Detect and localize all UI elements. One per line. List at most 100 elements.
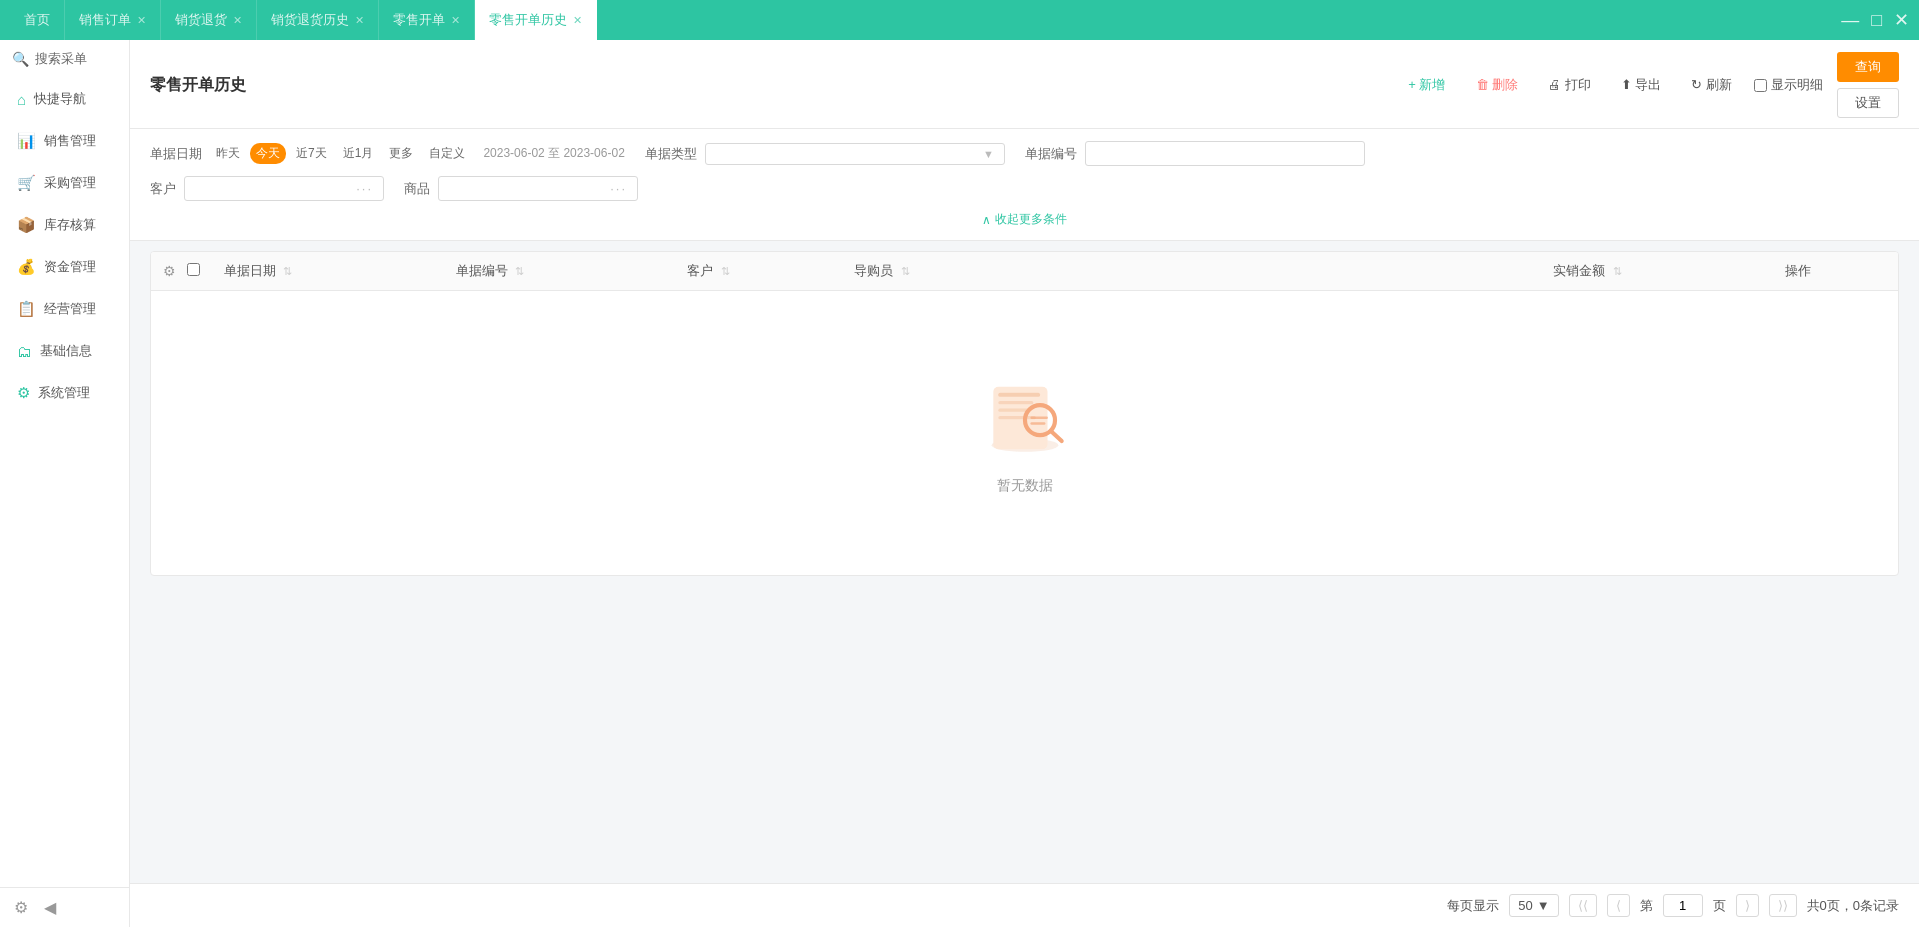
shortcut-today[interactable]: 今天 <box>250 143 286 164</box>
refresh-button[interactable]: ↻ 刷新 <box>1683 72 1740 98</box>
customer-filter-field: 客户 ··· <box>150 176 384 201</box>
collapse-icon: ∧ <box>982 213 991 227</box>
collapse-row[interactable]: ∧ 收起更多条件 <box>150 211 1899 228</box>
col-date: 单据日期 ⇅ <box>212 252 444 291</box>
total-label: 共0页，0条记录 <box>1807 897 1899 915</box>
tab-retail-order-close[interactable]: ✕ <box>451 14 460 27</box>
display-detail-checkbox[interactable] <box>1754 79 1767 92</box>
sidebar-item-sales[interactable]: 📊 销售管理 <box>0 120 129 162</box>
last-page-button[interactable]: ⟩⟩ <box>1769 894 1797 917</box>
export-button[interactable]: ⬆ 导出 <box>1613 72 1670 98</box>
collapse-label: 收起更多条件 <box>995 211 1067 228</box>
svg-rect-4 <box>998 409 1030 412</box>
setting-button[interactable]: 设置 <box>1837 88 1899 118</box>
query-button[interactable]: 查询 <box>1837 52 1899 82</box>
sidebar-item-management[interactable]: 📋 经营管理 <box>0 288 129 330</box>
sidebar-collapse-icon[interactable]: ◀ <box>44 898 56 917</box>
col-guide-sort-icon[interactable]: ⇅ <box>901 265 910 277</box>
pagination-bar: 每页显示 50 ▼ ⟨⟨ ⟨ 第 页 ⟩ ⟩⟩ 共0页，0条记录 <box>130 883 1919 927</box>
tab-retail-history-close[interactable]: ✕ <box>573 14 582 27</box>
tab-sales-order-close[interactable]: ✕ <box>137 14 146 27</box>
col-action: 操作 <box>1773 252 1898 291</box>
sidebar-item-quick-nav[interactable]: ⌂ 快捷导航 <box>0 78 129 120</box>
page-header: 零售开单历史 + 新增 🗑 删除 🖨 打印 ⬆ 导出 ↻ 刷新 显示明细 查询 … <box>130 40 1919 129</box>
per-page-select[interactable]: 50 ▼ <box>1509 894 1558 917</box>
customer-input[interactable]: ··· <box>184 176 384 201</box>
col-date-sort-icon[interactable]: ⇅ <box>283 265 292 277</box>
tab-sales-order[interactable]: 销售订单 ✕ <box>65 0 161 40</box>
filter-area: 单据日期 昨天 今天 近7天 近1月 更多 自定义 2023-06-02 至 2… <box>130 129 1919 241</box>
goods-ellipsis: ··· <box>610 181 627 196</box>
page-label: 第 <box>1640 897 1653 915</box>
shortcut-7days[interactable]: 近7天 <box>290 143 333 164</box>
date-shortcuts: 昨天 今天 近7天 近1月 更多 自定义 <box>210 143 471 164</box>
main-layout: 🔍 搜索采单 ⌂ 快捷导航 📊 销售管理 🛒 采购管理 📦 库存核算 💰 资金管… <box>0 40 1919 927</box>
tab-home[interactable]: 首页 <box>10 0 65 40</box>
inventory-icon: 📦 <box>17 216 36 234</box>
tab-sales-return-history-close[interactable]: ✕ <box>355 14 364 27</box>
goods-input[interactable]: ··· <box>438 176 638 201</box>
tab-retail-order[interactable]: 零售开单 ✕ <box>379 0 475 40</box>
tab-retail-history[interactable]: 零售开单历史 ✕ <box>475 0 597 40</box>
table-wrapper: ⚙ 单据日期 ⇅ 单据编号 ⇅ <box>150 251 1899 576</box>
add-button[interactable]: + 新增 <box>1400 72 1453 98</box>
date-range-text: 2023-06-02 至 2023-06-02 <box>483 145 624 162</box>
select-all-checkbox[interactable] <box>187 263 200 276</box>
customer-label: 客户 <box>150 180 176 198</box>
col-amount-sort-icon[interactable]: ⇅ <box>1613 265 1622 277</box>
sidebar-item-basic-info[interactable]: 🗂 基础信息 <box>0 330 129 372</box>
home-icon: ⌂ <box>17 91 26 108</box>
first-page-button[interactable]: ⟨⟨ <box>1569 894 1597 917</box>
empty-state-cell: 暂无数据 <box>151 291 1898 576</box>
top-tabbar: 首页 销售订单 ✕ 销货退货 ✕ 销货退货历史 ✕ 零售开单 ✕ 零售开单历史 … <box>0 0 1919 40</box>
col-amount: 实销金额 ⇅ <box>1541 252 1773 291</box>
minimize-icon[interactable]: — <box>1841 10 1859 31</box>
bill-type-select[interactable]: ▼ <box>705 143 1005 165</box>
table-settings-btn[interactable]: ⚙ <box>163 263 176 279</box>
bill-number-filter-field: 单据编号 <box>1025 141 1365 166</box>
sidebar-item-inventory[interactable]: 📦 库存核算 <box>0 204 129 246</box>
sidebar-search[interactable]: 🔍 搜索采单 <box>0 40 129 78</box>
close-icon[interactable]: ✕ <box>1894 9 1909 31</box>
col-guide: 导购员 ⇅ <box>842 252 1041 291</box>
system-icon: ⚙ <box>17 384 30 402</box>
goods-filter-field: 商品 ··· <box>404 176 638 201</box>
page-number-input[interactable] <box>1663 894 1703 917</box>
shortcut-yesterday[interactable]: 昨天 <box>210 143 246 164</box>
basic-info-icon: 🗂 <box>17 343 32 360</box>
page-title-row: 零售开单历史 + 新增 🗑 删除 🖨 打印 ⬆ 导出 ↻ 刷新 显示明细 查询 … <box>150 52 1899 128</box>
shortcut-custom[interactable]: 自定义 <box>423 143 471 164</box>
col-customer-sort-icon[interactable]: ⇅ <box>721 265 730 277</box>
empty-text: 暂无数据 <box>997 477 1053 495</box>
col-bill-number: 单据编号 ⇅ <box>444 252 676 291</box>
management-icon: 📋 <box>17 300 36 318</box>
shortcut-more[interactable]: 更多 <box>383 143 419 164</box>
per-page-label: 每页显示 <box>1447 897 1499 915</box>
filter-row-1: 单据日期 昨天 今天 近7天 近1月 更多 自定义 2023-06-02 至 2… <box>150 141 1899 166</box>
table-header-row: ⚙ 单据日期 ⇅ 单据编号 ⇅ <box>151 252 1898 291</box>
delete-button[interactable]: 🗑 删除 <box>1468 72 1527 98</box>
sidebar: 🔍 搜索采单 ⌂ 快捷导航 📊 销售管理 🛒 采购管理 📦 库存核算 💰 资金管… <box>0 40 130 927</box>
bill-type-filter-field: 单据类型 ▼ <box>645 143 1005 165</box>
tab-sales-return-history[interactable]: 销货退货历史 ✕ <box>257 0 379 40</box>
sidebar-item-finance[interactable]: 💰 资金管理 <box>0 246 129 288</box>
finance-icon: 💰 <box>17 258 36 276</box>
next-page-button[interactable]: ⟩ <box>1736 894 1759 917</box>
bill-number-input[interactable] <box>1085 141 1365 166</box>
col-bill-number-sort-icon[interactable]: ⇅ <box>515 265 524 277</box>
bill-type-label: 单据类型 <box>645 145 697 163</box>
shortcut-1month[interactable]: 近1月 <box>337 143 380 164</box>
tab-sales-return[interactable]: 销货退货 ✕ <box>161 0 257 40</box>
print-button[interactable]: 🖨 打印 <box>1540 72 1599 98</box>
search-icon: 🔍 <box>12 51 29 67</box>
window-controls: — □ ✕ <box>1841 9 1909 31</box>
maximize-icon[interactable]: □ <box>1871 10 1882 31</box>
sidebar-item-purchase[interactable]: 🛒 采购管理 <box>0 162 129 204</box>
tab-sales-return-close[interactable]: ✕ <box>233 14 242 27</box>
display-detail-checkbox-label[interactable]: 显示明细 <box>1754 76 1823 94</box>
bill-number-label: 单据编号 <box>1025 145 1077 163</box>
table-body: 暂无数据 <box>151 291 1898 576</box>
sidebar-item-system[interactable]: ⚙ 系统管理 <box>0 372 129 414</box>
settings-gear-icon[interactable]: ⚙ <box>14 898 28 917</box>
prev-page-button[interactable]: ⟨ <box>1607 894 1630 917</box>
